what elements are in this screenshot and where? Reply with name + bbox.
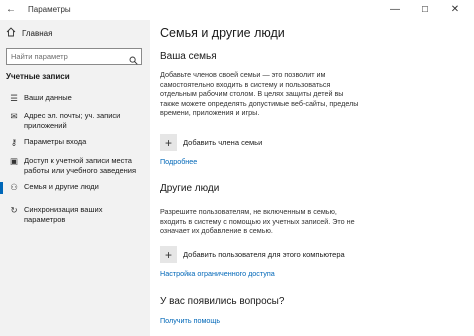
plus-icon: + (160, 134, 177, 151)
more-info-link[interactable]: Подробнее (160, 157, 197, 166)
sidebar-item-your-info[interactable]: ☰ Ваши данные (0, 93, 150, 103)
sidebar-item-label: Параметры входа (24, 137, 87, 146)
sidebar: Главная Учетные записи ☰ Ваши данные ✉ А… (0, 20, 150, 336)
sidebar-item-label: Адрес эл. почты; уч. записи приложений (24, 111, 121, 130)
briefcase-icon: ▣ (9, 156, 19, 166)
sync-icon: ↻ (10, 205, 18, 215)
home-nav-item[interactable]: Главная (6, 26, 52, 40)
search-input[interactable] (7, 52, 125, 61)
selection-marker (0, 182, 3, 194)
sidebar-item-email-accounts[interactable]: ✉ Адрес эл. почты; уч. записи приложений (0, 111, 150, 131)
others-heading: Другие люди (160, 183, 220, 194)
back-arrow-icon[interactable]: ← (4, 3, 18, 17)
sidebar-item-sync[interactable]: ↻ Синхронизация ваших параметров (0, 205, 150, 225)
sidebar-item-sign-in-options[interactable]: ⚷ Параметры входа (0, 137, 150, 147)
sidebar-item-work-access[interactable]: ▣ Доступ к учетной записи места работы и… (0, 156, 150, 176)
section-title: Учетные записи (6, 72, 70, 81)
family-heading: Ваша семья (160, 51, 217, 62)
mail-icon: ✉ (10, 111, 18, 121)
minimize-button[interactable]: — (382, 2, 408, 18)
person-card-icon: ☰ (10, 93, 18, 103)
home-icon (6, 27, 18, 39)
add-family-member-label: Добавить члена семьи (183, 138, 263, 147)
sidebar-item-label: Ваши данные (24, 93, 72, 102)
key-icon: ⚷ (10, 137, 18, 147)
restricted-access-link[interactable]: Настройка ограниченного доступа (160, 269, 275, 278)
others-description: Разрешите пользователям, не включенным в… (160, 207, 355, 235)
home-label: Главная (22, 28, 53, 38)
sidebar-item-label: Семья и другие люди (24, 182, 99, 191)
add-family-member-button[interactable]: + Добавить члена семьи (160, 134, 262, 151)
add-user-button[interactable]: + Добавить пользователя для этого компью… (160, 246, 345, 263)
close-button[interactable]: ✕ (442, 2, 468, 18)
search-box[interactable] (6, 48, 142, 65)
add-user-label: Добавить пользователя для этого компьюте… (183, 250, 345, 259)
title-bar: ← Параметры — ☐ ✕ (0, 0, 474, 20)
sidebar-item-label: Доступ к учетной записи места работы или… (24, 156, 137, 175)
plus-icon: + (160, 246, 177, 263)
window-title: Параметры (28, 5, 71, 14)
main-content: Семья и другие люди Ваша семья Добавьте … (150, 20, 474, 336)
get-help-link[interactable]: Получить помощь (160, 316, 220, 325)
page-title: Семья и другие люди (160, 26, 285, 40)
sidebar-item-label: Синхронизация ваших параметров (24, 205, 103, 224)
questions-heading: У вас появились вопросы? (160, 296, 285, 307)
sidebar-item-family[interactable]: ⚇ Семья и другие люди (0, 182, 150, 194)
people-icon: ⚇ (10, 182, 18, 192)
maximize-button[interactable]: ☐ (412, 2, 438, 18)
family-description: Добавьте членов своей семьи — это позвол… (160, 70, 359, 117)
search-icon[interactable] (129, 52, 138, 65)
